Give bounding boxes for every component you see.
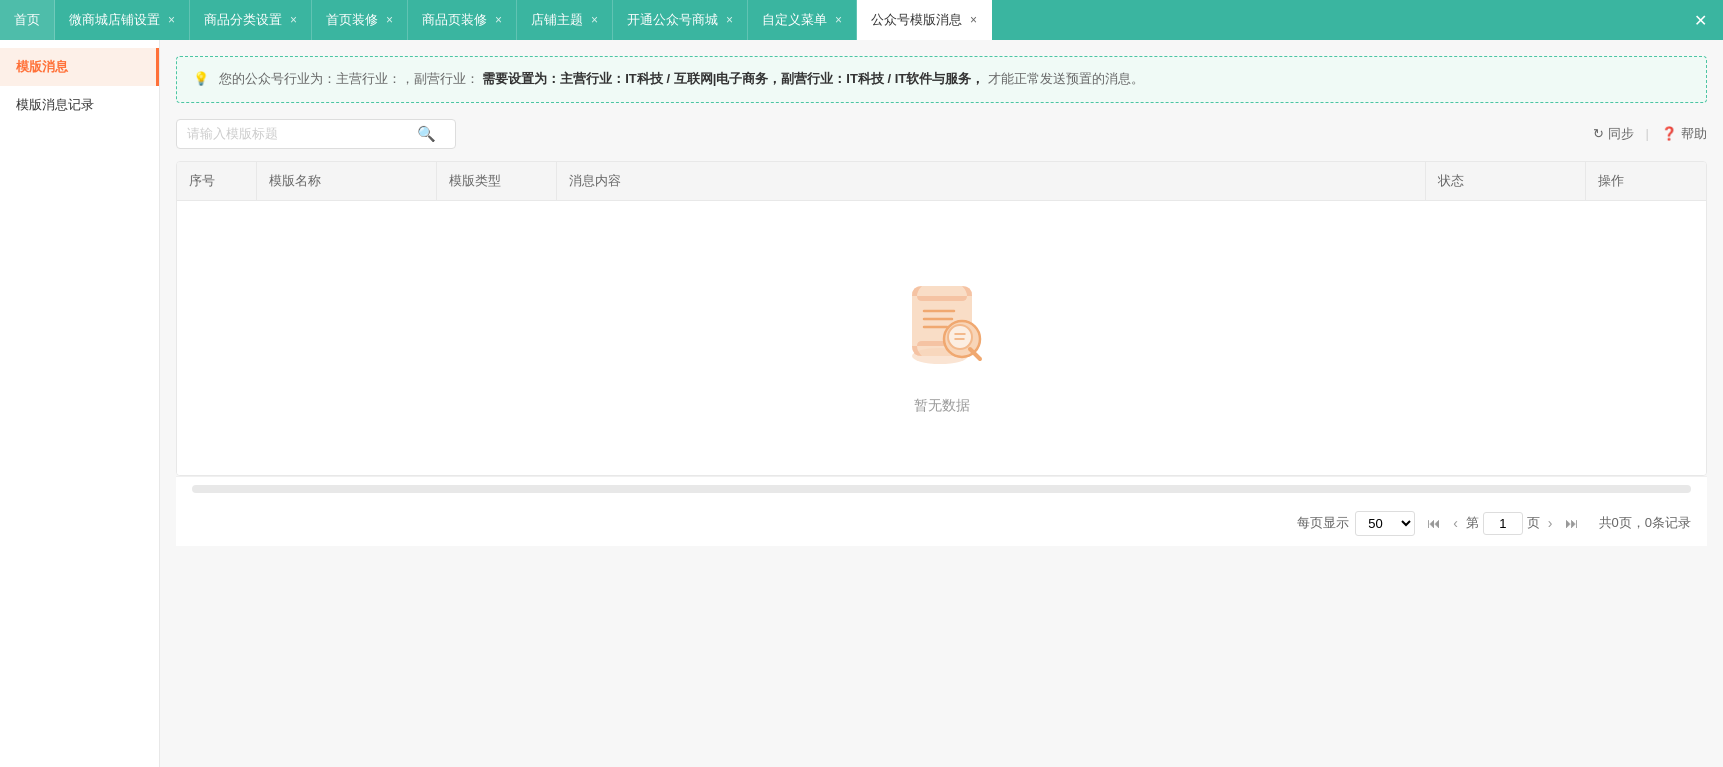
per-page-select[interactable]: 50 20 100 (1355, 511, 1415, 536)
tab-theme-close[interactable]: × (591, 13, 598, 27)
page-size-wrap: 每页显示 50 20 100 (1297, 511, 1415, 536)
next-page-button[interactable]: › (1544, 513, 1557, 533)
tab-template-label: 公众号模版消息 (871, 11, 962, 29)
fake-scrollbar[interactable] (192, 485, 1691, 493)
tab-home-label: 首页 (14, 11, 40, 29)
sidebar-item-template-record-label: 模版消息记录 (16, 97, 94, 112)
col-name: 模版名称 (257, 162, 437, 200)
col-type: 模版类型 (437, 162, 557, 200)
col-action: 操作 (1586, 162, 1706, 200)
pagination: 每页显示 50 20 100 ⏮ ‹ 第 页 › ⏭ 共0页，0条记录 (176, 501, 1707, 546)
first-page-button[interactable]: ⏮ (1423, 513, 1445, 533)
tab-template[interactable]: 公众号模版消息 × (857, 0, 992, 40)
help-icon: ❓ (1661, 126, 1677, 141)
tab-mall-label: 开通公众号商城 (627, 11, 718, 29)
help-label: 帮助 (1681, 125, 1707, 143)
sidebar: 模版消息 模版消息记录 (0, 40, 160, 767)
tab-homepage-label: 首页装修 (326, 11, 378, 29)
search-input[interactable] (187, 126, 417, 141)
tab-weishop-close[interactable]: × (168, 13, 175, 27)
sync-icon: ↻ (1593, 126, 1604, 141)
scroll-bar-wrap (176, 476, 1707, 501)
tab-category[interactable]: 商品分类设置 × (190, 0, 312, 40)
notice-suffix: 才能正常发送预置的消息。 (988, 71, 1144, 86)
notice-banner: 💡 您的公众号行业为：主营行业：，副营行业： 需要设置为：主营行业：IT科技 /… (176, 56, 1707, 103)
tab-menu-close[interactable]: × (835, 13, 842, 27)
col-index: 序号 (177, 162, 257, 200)
tab-template-close[interactable]: × (970, 13, 977, 27)
tab-bar-close-all[interactable]: ✕ (1678, 11, 1723, 30)
empty-text: 暂无数据 (914, 397, 970, 415)
tab-product-label: 商品页装修 (422, 11, 487, 29)
search-input-wrap: 🔍 (176, 119, 456, 149)
notice-highlight: 需要设置为：主营行业：IT科技 / 互联网|电子商务，副营行业：IT科技 / I… (482, 71, 984, 86)
page-number-input[interactable] (1483, 512, 1523, 535)
tab-category-label: 商品分类设置 (204, 11, 282, 29)
per-page-label: 每页显示 (1297, 514, 1349, 532)
empty-state: 暂无数据 (177, 201, 1706, 475)
page-unit: 页 (1527, 514, 1540, 532)
sync-button[interactable]: ↻ 同步 (1593, 125, 1634, 143)
tab-mall-close[interactable]: × (726, 13, 733, 27)
prev-page-button[interactable]: ‹ (1449, 513, 1462, 533)
tab-homepage-close[interactable]: × (386, 13, 393, 27)
tab-menu-label: 自定义菜单 (762, 11, 827, 29)
tab-weishop[interactable]: 微商城店铺设置 × (55, 0, 190, 40)
tab-homepage[interactable]: 首页装修 × (312, 0, 408, 40)
col-status: 状态 (1426, 162, 1586, 200)
main-layout: 模版消息 模版消息记录 💡 您的公众号行业为：主营行业：，副营行业： 需要设置为… (0, 40, 1723, 767)
tab-theme-label: 店铺主题 (531, 11, 583, 29)
search-icon: 🔍 (417, 125, 436, 142)
toolbar-right: ↻ 同步 | ❓ 帮助 (1593, 125, 1707, 143)
last-page-button[interactable]: ⏭ (1561, 513, 1583, 533)
sync-label: 同步 (1608, 125, 1634, 143)
svg-point-5 (948, 325, 972, 349)
help-button[interactable]: ❓ 帮助 (1661, 125, 1707, 143)
notice-prefix: 您的公众号行业为：主营行业：，副营行业： (219, 71, 479, 86)
sidebar-item-template-msg[interactable]: 模版消息 (0, 48, 159, 86)
tab-category-close[interactable]: × (290, 13, 297, 27)
tab-weishop-label: 微商城店铺设置 (69, 11, 160, 29)
tab-menu[interactable]: 自定义菜单 × (748, 0, 857, 40)
tab-product-close[interactable]: × (495, 13, 502, 27)
table-header: 序号 模版名称 模版类型 消息内容 状态 操作 (177, 162, 1706, 201)
tab-theme[interactable]: 店铺主题 × (517, 0, 613, 40)
page-nav: ⏮ ‹ 第 页 › ⏭ (1423, 512, 1582, 535)
empty-icon (882, 261, 1002, 381)
content-area: 💡 您的公众号行业为：主营行业：，副营行业： 需要设置为：主营行业：IT科技 /… (160, 40, 1723, 767)
data-table: 序号 模版名称 模版类型 消息内容 状态 操作 (176, 161, 1707, 476)
tab-bar: 首页 微商城店铺设置 × 商品分类设置 × 首页装修 × 商品页装修 × 店铺主… (0, 0, 1723, 40)
tab-product[interactable]: 商品页装修 × (408, 0, 517, 40)
toolbar-divider: | (1646, 126, 1649, 141)
search-bar: 🔍 ↻ 同步 | ❓ 帮助 (176, 119, 1707, 149)
tab-mall[interactable]: 开通公众号商城 × (613, 0, 748, 40)
sidebar-item-template-record[interactable]: 模版消息记录 (0, 86, 159, 124)
page-total: 共0页，0条记录 (1599, 514, 1691, 532)
tab-home[interactable]: 首页 (0, 0, 55, 40)
search-button[interactable]: 🔍 (417, 125, 436, 143)
di-label: 第 (1466, 514, 1479, 532)
sidebar-item-template-msg-label: 模版消息 (16, 59, 68, 74)
col-content: 消息内容 (557, 162, 1426, 200)
notice-icon: 💡 (193, 71, 209, 86)
